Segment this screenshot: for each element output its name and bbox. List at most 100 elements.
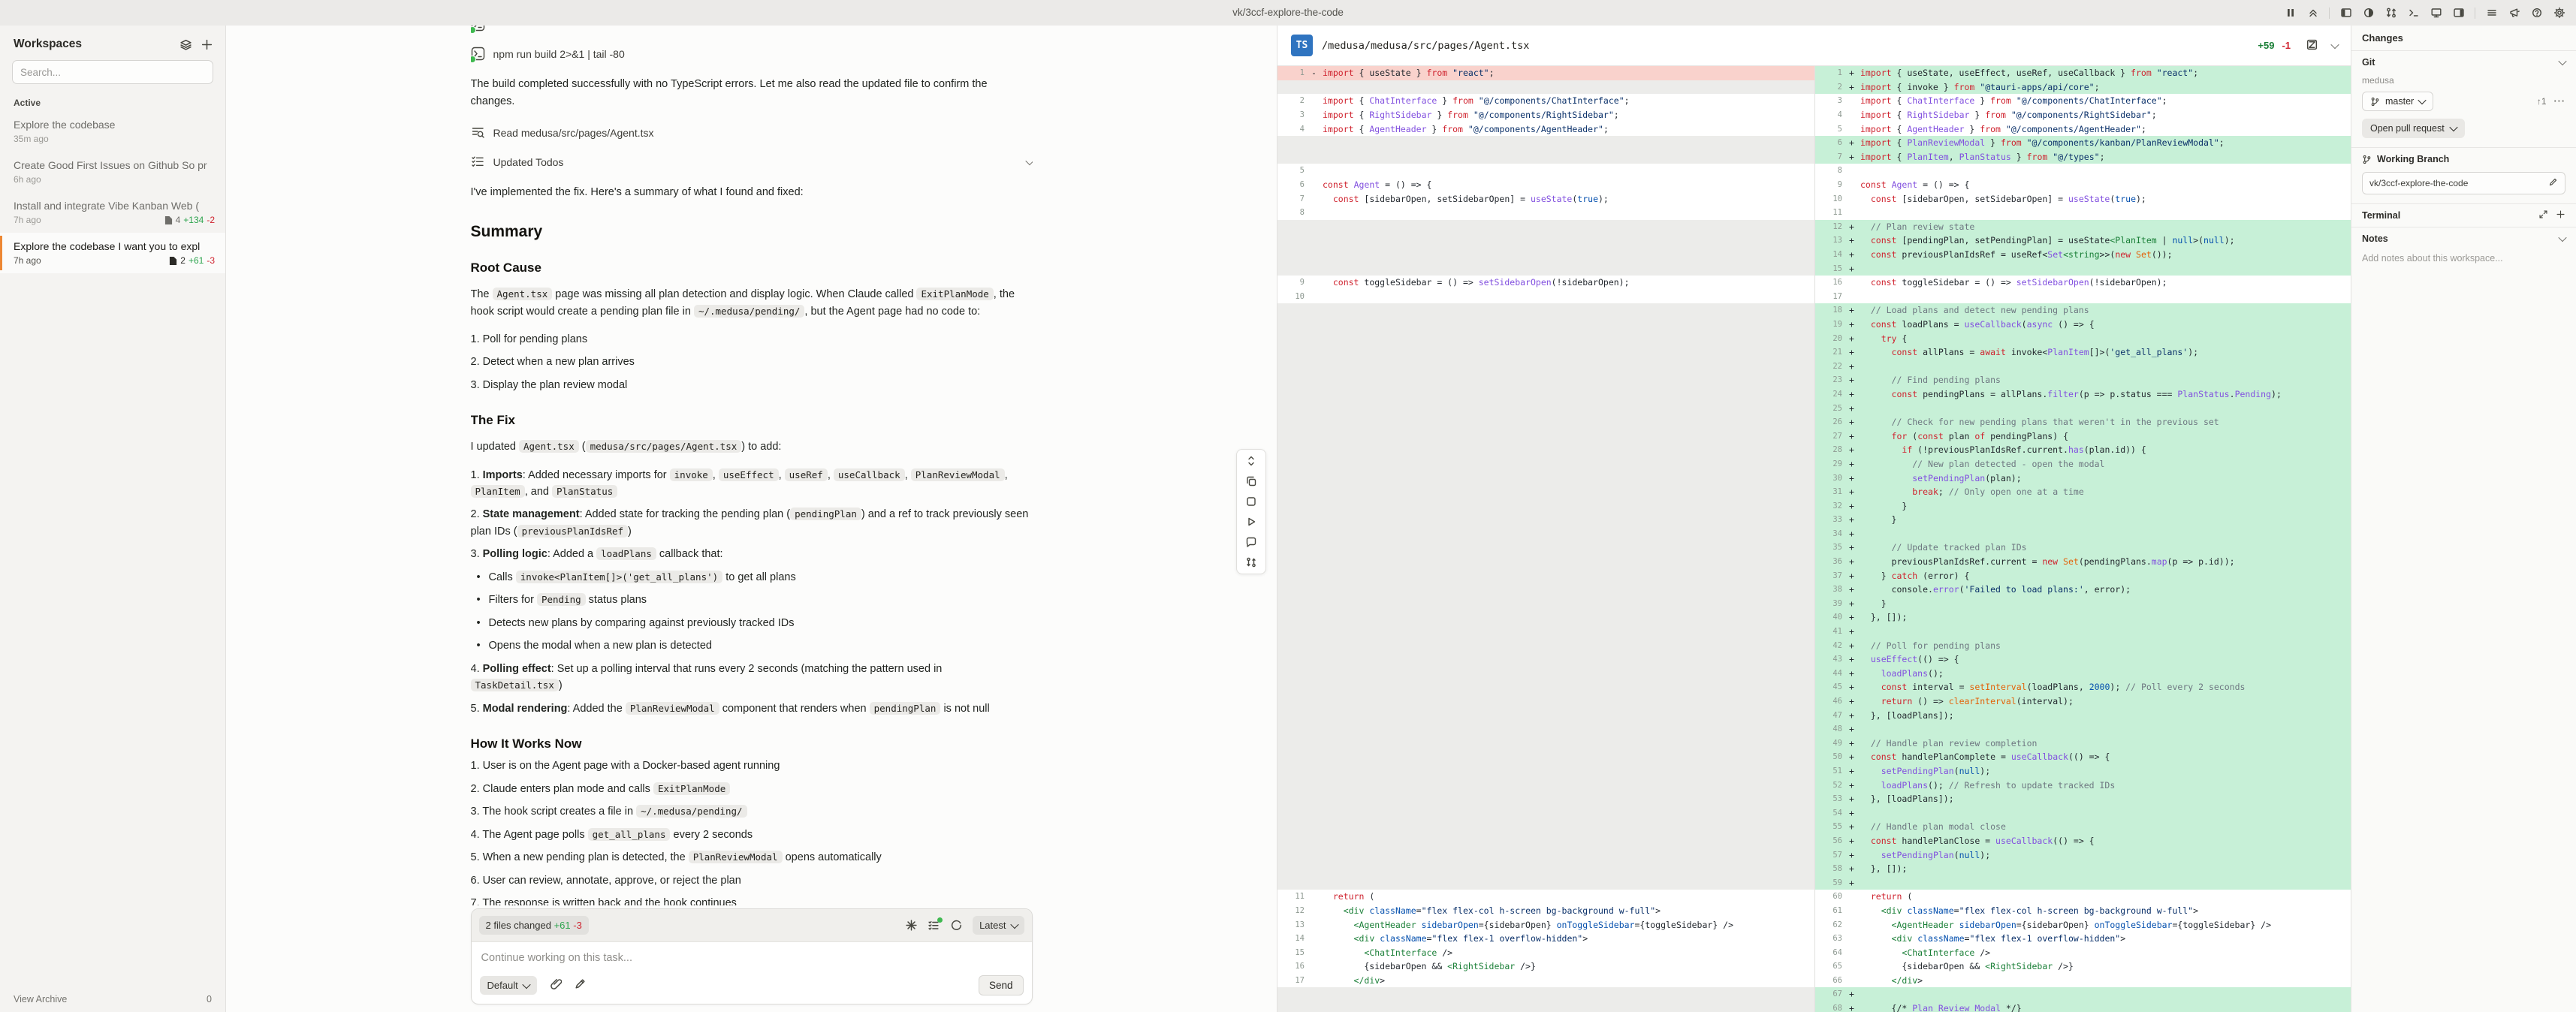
collapse-up-icon[interactable]	[2306, 7, 2319, 20]
menu-icon[interactable]	[2485, 7, 2498, 20]
chevron-down-icon[interactable]	[1027, 155, 1033, 169]
megaphone-icon[interactable]	[2508, 7, 2520, 20]
line-number: 9	[1277, 278, 1311, 287]
spinner-icon[interactable]	[950, 919, 964, 932]
tool-call[interactable]: npm run build 2>&1 | tail -80	[471, 47, 1033, 61]
diff-filler-row	[1277, 261, 1814, 276]
diff-code-line: 22+	[1815, 359, 2351, 373]
divider	[2329, 8, 2330, 19]
layers-icon[interactable]	[179, 38, 192, 51]
todos-status-icon[interactable]	[928, 919, 941, 932]
diff-code-line: 12 <div className="flex flex-col h-scree…	[1277, 904, 1814, 918]
diff-code-line: 17 </div>	[1277, 974, 1814, 988]
diff-code-line: 2+import { invoke } from "@tauri-apps/ap…	[1815, 80, 2351, 95]
line-number: 37	[1815, 571, 1849, 580]
paperclip-icon[interactable]	[549, 977, 562, 994]
workspace-item[interactable]: Explore the codebase 35m ago	[0, 111, 225, 152]
version-dropdown[interactable]: Latest	[973, 916, 1024, 935]
play-icon[interactable]	[1244, 515, 1258, 529]
diff-filler-row	[1277, 541, 1814, 555]
gear-icon[interactable]	[2553, 7, 2565, 20]
whitespace-icon[interactable]	[2306, 38, 2318, 53]
diff-code-line: 6+import { PlanReviewModal } from "@/com…	[1815, 136, 2351, 150]
branch-selector[interactable]: master	[2362, 92, 2433, 111]
terminal-icon[interactable]	[2407, 7, 2420, 20]
inline-code: PlanItem	[471, 485, 525, 498]
notes-input[interactable]: Add notes about this workspace...	[2351, 250, 2576, 267]
git-compare-icon[interactable]	[2384, 7, 2397, 20]
diff-code-line: 44+ loadPlans();	[1815, 667, 2351, 681]
diff-code-line: 23+ // Find pending plans	[1815, 373, 2351, 387]
tool-call-partial[interactable]	[471, 26, 1033, 32]
more-menu-icon[interactable]: ···	[2554, 96, 2566, 107]
message-composer: 2 files changed +61 -3 Latest Continue w…	[471, 908, 1033, 1004]
diff-filler-row	[1277, 387, 1814, 402]
search-input[interactable]: Search...	[12, 60, 213, 84]
panel-left-icon[interactable]	[2339, 7, 2352, 20]
expand-icon[interactable]	[2538, 209, 2548, 221]
plus-icon[interactable]	[2556, 209, 2565, 221]
pen-icon[interactable]	[574, 977, 587, 994]
pause-icon[interactable]	[2284, 7, 2297, 20]
diff-code-line: 21+ const allPlans = await invoke<PlanIt…	[1815, 345, 2351, 360]
file-icon	[169, 256, 177, 266]
plus-icon[interactable]	[200, 38, 213, 51]
diff-code-line: 16 const toggleSidebar = () => setSideba…	[1815, 276, 2351, 290]
send-button[interactable]: Send	[979, 975, 1024, 995]
open-pull-request-button[interactable]: Open pull request	[2362, 119, 2465, 138]
diff-code-line: 26+ // Check for new pending plans that …	[1815, 415, 2351, 429]
git-section-header[interactable]: Git	[2351, 51, 2576, 74]
files-changed-chip[interactable]: 2 files changed +61 -3	[479, 916, 589, 935]
unfold-icon[interactable]	[1244, 454, 1258, 468]
message-input[interactable]: Continue working on this task...	[472, 942, 1032, 968]
diff-filler-row	[1277, 848, 1814, 862]
copy-icon[interactable]	[1244, 474, 1258, 488]
panel-right-icon[interactable]	[2452, 7, 2465, 20]
tool-call[interactable]: Read medusa/src/pages/Agent.tsx	[471, 125, 1033, 140]
terminal-icon	[471, 47, 485, 61]
diff-code-line: 65 {sidebarOpen && <RightSidebar />}	[1815, 959, 2351, 974]
file-icon	[164, 215, 173, 225]
diff-code-line: 17	[1815, 290, 2351, 304]
repo-name: medusa	[2351, 74, 2576, 90]
inline-code: medusa/src/pages/Agent.tsx	[586, 440, 742, 453]
section-heading: Summary	[471, 223, 1033, 241]
edit-icon[interactable]	[2548, 177, 2558, 189]
working-branch-input[interactable]: vk/3ccf-explore-the-code	[2362, 172, 2565, 194]
diff-code-line: 14 <div className="flex flex-1 overflow-…	[1277, 932, 1814, 946]
diff-filler-row	[1277, 610, 1814, 625]
diff-code-line: 1-import { useState } from "react";	[1277, 66, 1814, 80]
section-heading: The Fix	[471, 413, 1033, 428]
compare-icon[interactable]	[1244, 556, 1258, 569]
notes-section-header[interactable]: Notes	[2351, 227, 2576, 250]
diff-code-line: 3import { ChatInterface } from "@/compon…	[1815, 94, 2351, 108]
diff-code-line: 43+ useEffect(() => {	[1815, 652, 2351, 667]
workspace-item[interactable]: Install and integrate Vibe Kanban Web ( …	[0, 192, 225, 233]
workspace-item[interactable]: Create Good First Issues on Github So pr…	[0, 152, 225, 192]
chevron-down-icon[interactable]	[2330, 40, 2339, 48]
diff-code-line: 60 return (	[1815, 890, 2351, 904]
workspace-item[interactable]: Explore the codebase I want you to expl …	[0, 233, 225, 273]
help-icon[interactable]	[2530, 7, 2543, 20]
diff-code-line: 55+ // Handle plan modal close	[1815, 820, 2351, 834]
title-bar: vk/3ccf-explore-the-code	[0, 0, 2576, 26]
terminal-section-header[interactable]: Terminal	[2351, 204, 2576, 227]
diff-code-line: 35+ // Update tracked plan IDs	[1815, 541, 2351, 555]
monitor-icon[interactable]	[2430, 7, 2442, 20]
square-icon[interactable]	[1244, 495, 1258, 508]
view-archive-link[interactable]: View Archive	[14, 994, 67, 1004]
line-number: 35	[1815, 543, 1849, 552]
chevron-down-icon	[2449, 123, 2457, 131]
diff-file-path[interactable]: /medusa/medusa/src/pages/Agent.tsx	[1322, 40, 2249, 52]
burst-icon[interactable]	[905, 919, 918, 932]
active-section-label: Active	[0, 92, 225, 111]
tool-call[interactable]: Updated Todos	[471, 155, 1033, 169]
line-number: 43	[1815, 655, 1849, 664]
changes-panel: Changes Git medusa master ↑1 ··· Open pu…	[2351, 26, 2576, 1012]
diff-code-line: 9 const toggleSidebar = () => setSidebar…	[1277, 276, 1814, 290]
comment-icon[interactable]	[1244, 535, 1258, 549]
line-number: 14	[1277, 934, 1311, 943]
contrast-icon[interactable]	[2362, 7, 2375, 20]
diff-code-line: 9const Agent = () => {	[1815, 178, 2351, 192]
model-dropdown[interactable]: Default	[480, 976, 537, 995]
